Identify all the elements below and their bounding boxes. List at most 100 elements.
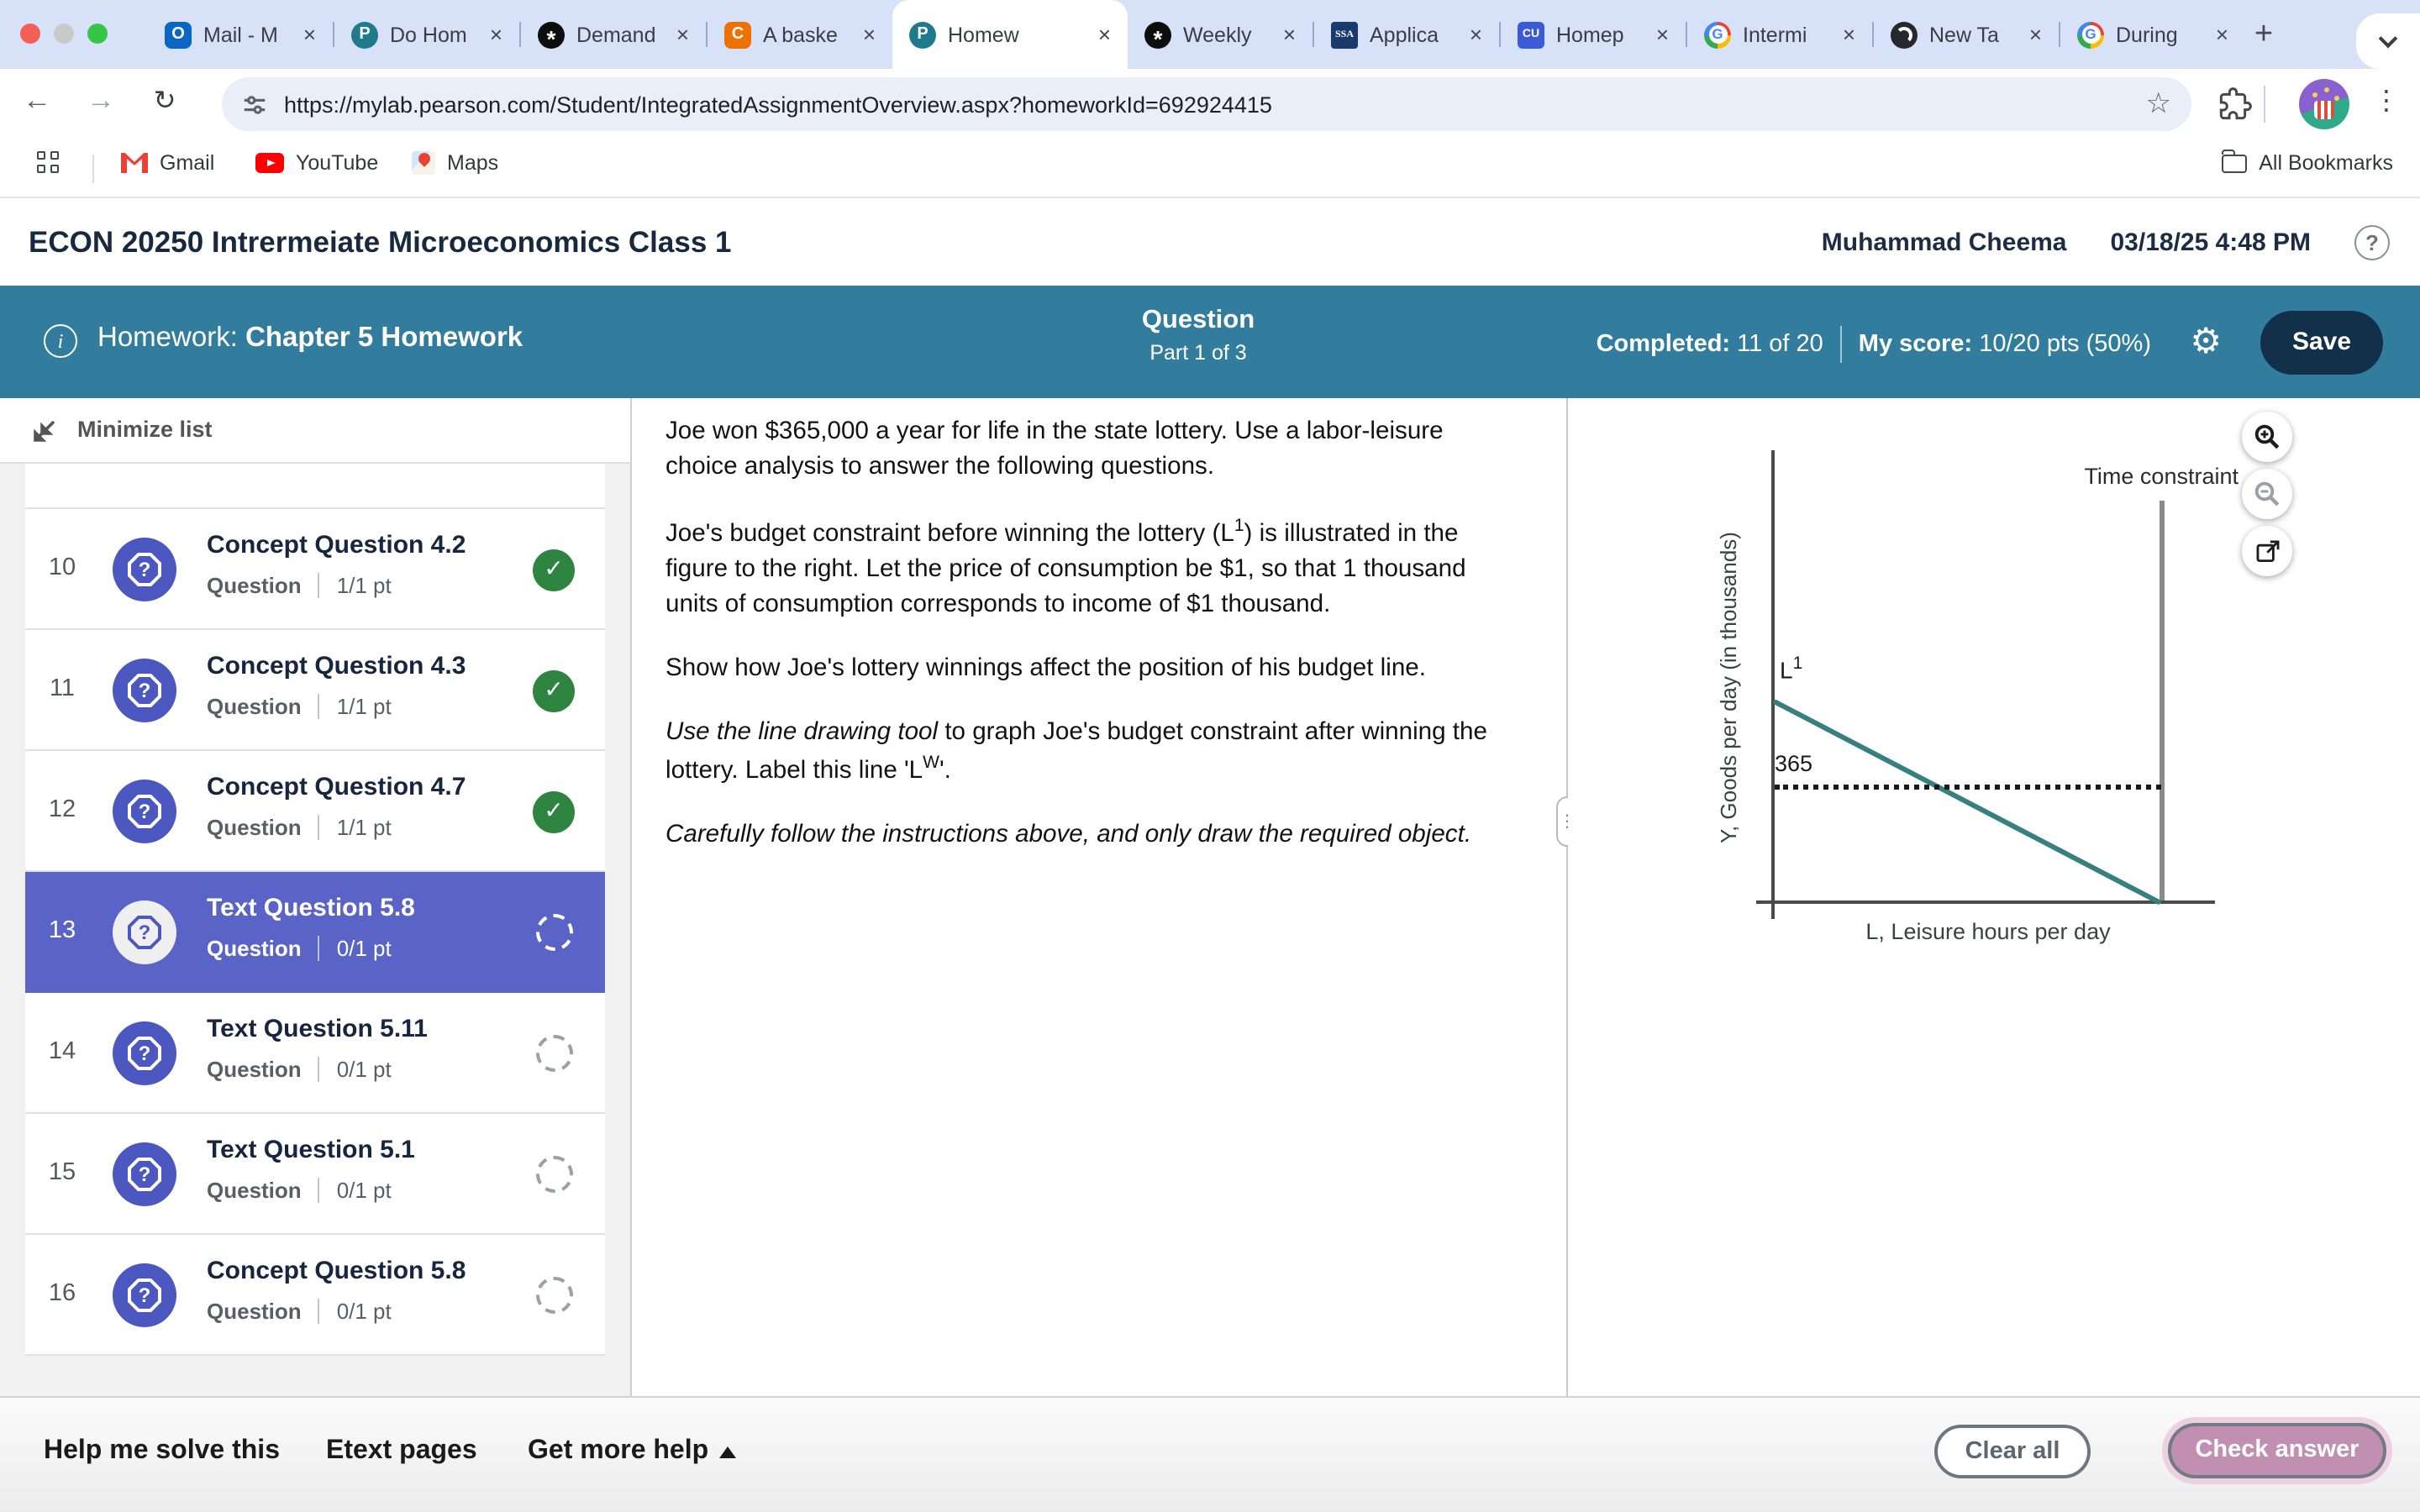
incomplete-status-icon [536, 1035, 573, 1072]
question-badge-icon: ? [113, 780, 176, 843]
question-list-item[interactable]: 15 ? Text Question 5.1 Question 0/1 pt ✓ [25, 1114, 605, 1235]
new-tab-button[interactable]: + [2242, 13, 2286, 57]
browser-tab[interactable]: Weekly × [1128, 0, 1313, 69]
extensions-icon[interactable] [2218, 87, 2252, 121]
question-list-item[interactable]: 11 ? Concept Question 4.3 Question 1/1 p… [25, 630, 605, 751]
bookmark-youtube[interactable]: YouTube [255, 151, 378, 175]
tab-close-icon[interactable]: × [673, 24, 692, 45]
tab-search-button[interactable] [2356, 13, 2420, 69]
close-window-button[interactable] [20, 24, 40, 44]
question-badge-icon: ? [113, 1142, 176, 1206]
fullscreen-window-button[interactable] [87, 24, 108, 44]
maps-icon [412, 151, 435, 175]
help-icon[interactable]: ? [2354, 225, 2390, 260]
reference-365-dotted-line [1775, 785, 2161, 790]
meta-divider [318, 573, 320, 598]
tab-close-icon[interactable]: × [1280, 24, 1299, 45]
value-365-label: 365 [1775, 751, 1813, 776]
question-list-item[interactable]: 16 ? Concept Question 5.8 Question 0/1 p… [25, 1235, 605, 1356]
check-answer-button[interactable]: Check answer [2168, 1423, 2386, 1478]
browser-tab[interactable]: Demand × [521, 0, 706, 69]
tab-close-icon[interactable]: × [1466, 24, 1486, 45]
question-points: 1/1 pt [336, 694, 392, 719]
question-points: 0/1 pt [336, 1178, 392, 1203]
tab-favicon-icon [351, 21, 378, 48]
apps-grid-icon[interactable] [37, 151, 58, 172]
get-more-help-button[interactable]: Get more help [528, 1436, 736, 1467]
tab-close-icon[interactable]: × [487, 24, 506, 45]
tab-close-icon[interactable]: × [300, 24, 319, 45]
back-button[interactable]: ← [17, 84, 57, 118]
course-title: ECON 20250 Intrermeiate Microeconomics C… [29, 225, 732, 259]
question-content-panel: Joe won $365,000 a year for life in the … [634, 398, 1566, 1396]
settings-gear-icon[interactable]: ⚙ [2190, 321, 2222, 361]
tab-favicon-icon [2077, 21, 2104, 48]
question-title: Concept Question 4.3 [207, 652, 466, 680]
zoom-in-button[interactable] [2242, 412, 2292, 462]
browser-tab[interactable]: Do Hom × [334, 0, 519, 69]
browser-tab[interactable]: Homep × [1501, 0, 1686, 69]
browser-tab[interactable]: Homew × [892, 0, 1128, 69]
profile-avatar[interactable] [2299, 79, 2349, 129]
etext-pages-button[interactable]: Etext pages [326, 1436, 477, 1467]
y-axis [1771, 450, 1775, 919]
bookmark-star-icon[interactable]: ☆ [2146, 87, 2172, 121]
y-axis-label: Y, Goods per day (in thousands) [1716, 532, 1741, 844]
browser-tab[interactable]: Mail - M × [148, 0, 333, 69]
all-bookmarks-button[interactable]: All Bookmarks [2222, 149, 2393, 175]
tab-title: New Ta [1929, 23, 1999, 46]
browser-tab[interactable]: During × [2060, 0, 2245, 69]
tab-close-icon[interactable]: × [1653, 24, 1672, 45]
open-in-new-window-button[interactable] [2242, 526, 2292, 576]
triangle-up-icon [718, 1446, 736, 1458]
address-bar[interactable]: https://mylab.pearson.com/Student/Integr… [222, 77, 2191, 131]
complete-check-icon: ✓ [533, 670, 575, 712]
question-list-item[interactable]: 13 ? Text Question 5.8 Question 0/1 pt ✓ [25, 872, 605, 993]
question-list: 10 ? Concept Question 4.2 Question 1/1 p… [0, 464, 630, 1396]
question-points: 0/1 pt [336, 1299, 392, 1324]
all-bookmarks-label: All Bookmarks [2259, 151, 2393, 175]
info-icon[interactable]: i [44, 324, 77, 358]
question-title: Text Question 5.1 [207, 1136, 415, 1164]
question-points: 1/1 pt [336, 573, 392, 598]
question-list-item[interactable]: 10 ? Concept Question 4.2 Question 1/1 p… [25, 509, 605, 630]
browser-tab[interactable]: Intermi × [1687, 0, 1872, 69]
browser-tab[interactable]: Applica × [1314, 0, 1499, 69]
tab-close-icon[interactable]: × [860, 24, 879, 45]
time-constraint-line[interactable] [2160, 501, 2165, 900]
forward-button[interactable]: → [81, 84, 121, 118]
bookmarks-divider [92, 155, 94, 183]
tab-close-icon[interactable]: × [2212, 24, 2232, 45]
tab-title: Do Hom [390, 23, 467, 46]
minimize-window-button[interactable] [54, 24, 74, 44]
tab-favicon-icon [1704, 21, 1731, 48]
help-me-solve-this-button[interactable]: Help me solve this [44, 1436, 280, 1467]
question-list-item[interactable]: 12 ? Concept Question 4.7 Question 1/1 p… [25, 751, 605, 872]
bookmark-gmail[interactable]: Gmail [121, 151, 214, 175]
partial-list-item [25, 464, 605, 509]
datetime: 03/18/25 4:48 PM [2110, 228, 2312, 257]
reload-button[interactable]: ↻ [145, 84, 185, 118]
tab-close-icon[interactable]: × [2026, 24, 2045, 45]
question-number: 15 [48, 1159, 76, 1186]
minimize-list-button[interactable]: Minimize list [0, 398, 630, 464]
question-list-item[interactable]: 14 ? Text Question 5.11 Question 0/1 pt … [25, 993, 605, 1114]
question-paragraph: Joe's budget constraint before winning t… [666, 516, 1466, 618]
meta-divider [318, 815, 320, 840]
tab-close-icon[interactable]: × [1095, 24, 1114, 45]
save-button[interactable]: Save [2260, 311, 2383, 375]
bookmark-maps[interactable]: Maps [412, 151, 498, 175]
zoom-out-button[interactable] [2242, 469, 2292, 519]
budget-line-L1[interactable] [1772, 699, 2163, 906]
tab-close-icon[interactable]: × [1839, 24, 1859, 45]
question-type-label: Question [207, 694, 302, 719]
question-points: 1/1 pt [336, 815, 392, 840]
browser-menu-icon[interactable]: ⋮ [2373, 84, 2400, 118]
browser-tab[interactable]: New Ta × [1874, 0, 2059, 69]
bookmark-label: Maps [447, 151, 499, 175]
question-type-label: Question [207, 936, 302, 961]
time-constraint-label: Time constraint [2084, 464, 2238, 489]
browser-tab[interactable]: A baske × [708, 0, 892, 69]
site-settings-tune-icon[interactable] [242, 92, 267, 117]
clear-all-button[interactable]: Clear all [1934, 1425, 2091, 1478]
